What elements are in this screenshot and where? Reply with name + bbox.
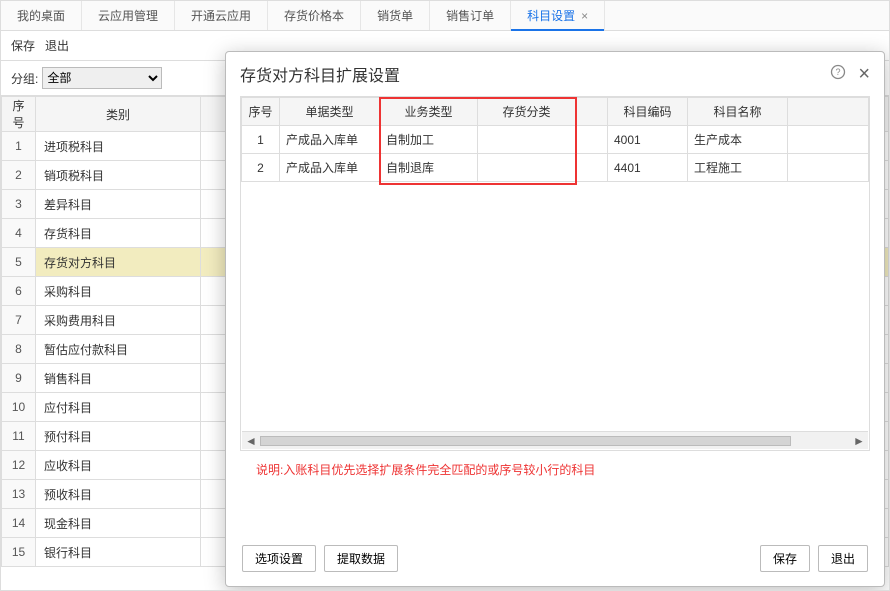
option-settings-button[interactable]: 选项设置: [242, 545, 316, 572]
toolbar-exit[interactable]: 退出: [45, 37, 69, 54]
tab-pricebook[interactable]: 存货价格本: [268, 1, 361, 30]
row-category: 进项税科目: [36, 132, 201, 161]
modal-grid-wrap: 序号 单据类型 业务类型 存货分类 科目编码 科目名称 1产成品入库单自制加工 4…: [240, 96, 870, 451]
row-seq: 6: [2, 277, 36, 306]
mcol-pad: [788, 98, 869, 126]
scroll-left-icon[interactable]: ◄: [242, 432, 260, 450]
modal-exit-button[interactable]: 退出: [818, 545, 868, 572]
cell-code[interactable]: 4401: [608, 154, 688, 182]
modal-close-icon[interactable]: ×: [858, 63, 870, 86]
row-seq: 3: [2, 190, 36, 219]
row-category: 银行科目: [36, 538, 201, 567]
row-seq: 11: [2, 422, 36, 451]
row-category: 暂估应付款科目: [36, 335, 201, 364]
row-category: 应付科目: [36, 393, 201, 422]
row-category: 预付科目: [36, 422, 201, 451]
cell-name[interactable]: 工程施工: [688, 154, 788, 182]
modal-title: 存货对方科目扩展设置: [240, 62, 830, 86]
table-row[interactable]: 2产成品入库单自制退库 4401工程施工: [242, 154, 869, 182]
scroll-right-icon[interactable]: ►: [850, 432, 868, 450]
cell-doc[interactable]: 产成品入库单: [280, 154, 380, 182]
cell-cls[interactable]: [478, 154, 576, 182]
modal-footer: 选项设置 提取数据 保存 退出: [226, 537, 884, 586]
row-seq: 12: [2, 451, 36, 480]
tab-sales-order[interactable]: 销售订单: [430, 1, 511, 30]
help-icon[interactable]: ?: [830, 64, 846, 85]
row-seq: 14: [2, 509, 36, 538]
row-category: 销项税科目: [36, 161, 201, 190]
cell-pad: [788, 126, 869, 154]
row-category: 预收科目: [36, 480, 201, 509]
toolbar-save[interactable]: 保存: [11, 37, 35, 54]
row-seq: 13: [2, 480, 36, 509]
row-seq: 7: [2, 306, 36, 335]
mcol-biz: 业务类型: [380, 98, 478, 126]
close-icon[interactable]: ×: [581, 9, 588, 23]
svg-text:?: ?: [836, 67, 841, 77]
row-category: 采购费用科目: [36, 306, 201, 335]
filter-label: 分组:: [11, 70, 38, 87]
modal-header: 存货对方科目扩展设置 ? ×: [226, 52, 884, 96]
mcol-cls: 存货分类: [478, 98, 576, 126]
tab-desktop[interactable]: 我的桌面: [1, 1, 82, 30]
row-category: 差异科目: [36, 190, 201, 219]
modal-save-button[interactable]: 保存: [760, 545, 810, 572]
filter-select[interactable]: 全部: [42, 67, 162, 89]
col-category: 类别: [36, 97, 201, 132]
mcol-seq: 序号: [242, 98, 280, 126]
tab-subject-settings[interactable]: 科目设置 ×: [511, 1, 605, 30]
modal-extend-subject: 存货对方科目扩展设置 ? × 序号 单据类型: [225, 51, 885, 587]
row-seq: 15: [2, 538, 36, 567]
row-seq: 5: [2, 248, 36, 277]
cell-doc[interactable]: 产成品入库单: [280, 126, 380, 154]
row-category: 应收科目: [36, 451, 201, 480]
modal-grid: 序号 单据类型 业务类型 存货分类 科目编码 科目名称 1产成品入库单自制加工 4…: [241, 97, 869, 182]
row-seq: 10: [2, 393, 36, 422]
app-root: 我的桌面 云应用管理 开通云应用 存货价格本 销货单 销售订单 科目设置 × 保…: [0, 0, 890, 591]
row-seq: 8: [2, 335, 36, 364]
cell-name[interactable]: 生产成本: [688, 126, 788, 154]
row-seq: 4: [2, 219, 36, 248]
cell-cls[interactable]: [478, 126, 576, 154]
mcol-gap: [576, 98, 608, 126]
row-category: 存货科目: [36, 219, 201, 248]
cell-pad: [788, 154, 869, 182]
table-row[interactable]: 1产成品入库单自制加工 4001生产成本: [242, 126, 869, 154]
row-seq: 9: [2, 364, 36, 393]
modal-body: 序号 单据类型 业务类型 存货分类 科目编码 科目名称 1产成品入库单自制加工 4…: [226, 96, 884, 537]
row-seq: 2: [2, 161, 36, 190]
row-category: 现金科目: [36, 509, 201, 538]
horizontal-scrollbar[interactable]: ◄ ►: [242, 431, 868, 449]
modal-note: 说明:入账科目优先选择扩展条件完全匹配的或序号较小行的科目: [240, 451, 870, 484]
cell-biz[interactable]: 自制加工: [380, 126, 478, 154]
tab-bar: 我的桌面 云应用管理 开通云应用 存货价格本 销货单 销售订单 科目设置 ×: [1, 1, 889, 31]
fetch-data-button[interactable]: 提取数据: [324, 545, 398, 572]
scroll-track[interactable]: [260, 436, 850, 446]
row-seq: 1: [2, 132, 36, 161]
mcol-code: 科目编码: [608, 98, 688, 126]
scroll-thumb[interactable]: [260, 436, 791, 446]
cell-gap: [576, 126, 608, 154]
row-category: 销售科目: [36, 364, 201, 393]
cell-biz[interactable]: 自制退库: [380, 154, 478, 182]
cell-code[interactable]: 4001: [608, 126, 688, 154]
row-category: 存货对方科目: [36, 248, 201, 277]
tab-cloud-open[interactable]: 开通云应用: [175, 1, 268, 30]
tab-sales-slip[interactable]: 销货单: [361, 1, 430, 30]
cell-seq: 2: [242, 154, 280, 182]
mcol-doc: 单据类型: [280, 98, 380, 126]
mcol-name: 科目名称: [688, 98, 788, 126]
col-seq: 序号: [2, 97, 36, 132]
cell-seq: 1: [242, 126, 280, 154]
cell-gap: [576, 154, 608, 182]
row-category: 采购科目: [36, 277, 201, 306]
tab-cloud-manage[interactable]: 云应用管理: [82, 1, 175, 30]
